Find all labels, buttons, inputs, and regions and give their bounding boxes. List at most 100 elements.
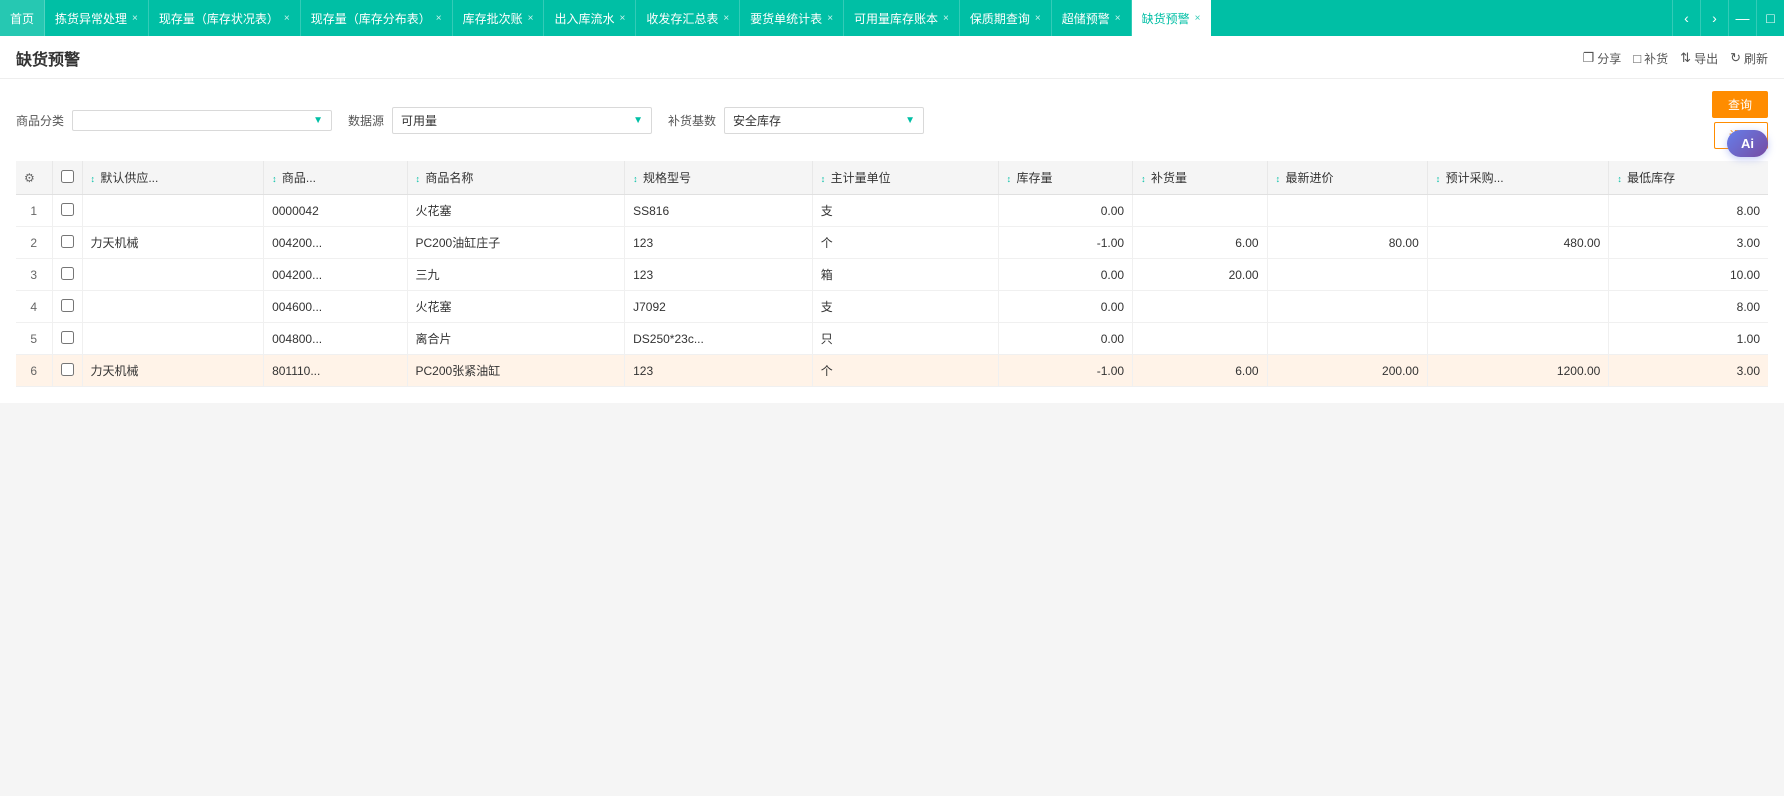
share-button[interactable]: ❐ 分享	[1583, 50, 1622, 67]
tab-inventory-dist-label: 现存量（库存分布表）	[311, 10, 431, 27]
product-code-sort-icon[interactable]: ↕	[272, 174, 277, 184]
row-stock-6: -1.00	[998, 355, 1132, 387]
row-check-4[interactable]	[52, 291, 82, 323]
close-inventory-status-icon[interactable]: ×	[284, 13, 290, 24]
datasource-filter-group: 数据源 可用量 ▼	[348, 107, 652, 134]
row-stock-4: 0.00	[998, 291, 1132, 323]
query-button[interactable]: 查询	[1712, 91, 1768, 118]
row-check-2[interactable]	[52, 227, 82, 259]
row-spec-3: 123	[625, 259, 813, 291]
tab-batch-ledger-label: 库存批次账	[463, 10, 523, 27]
replenish-base-filter-group: 补货基数 安全库存 ▼	[668, 107, 924, 134]
row-num-4: 4	[16, 291, 52, 323]
tab-receive-summary[interactable]: 收发存汇总表 ×	[636, 0, 740, 36]
tab-order-stats[interactable]: 要货单统计表 ×	[740, 0, 844, 36]
refresh-button[interactable]: ↻ 刷新	[1730, 50, 1768, 67]
tab-overstock-warning[interactable]: 超储预警 ×	[1052, 0, 1132, 36]
row-num-5: 5	[16, 323, 52, 355]
scroll-left-btn[interactable]: ‹	[1672, 0, 1700, 36]
tab-expiry-query[interactable]: 保质期查询 ×	[960, 0, 1052, 36]
stock-sort-icon[interactable]: ↕	[1007, 174, 1012, 184]
ai-assistant-button[interactable]: Ai	[1727, 130, 1768, 157]
replenish-sort-icon[interactable]: ↕	[1141, 174, 1146, 184]
replenish-base-select-value: 安全库存	[733, 112, 781, 129]
close-expiry-query-icon[interactable]: ×	[1035, 13, 1041, 24]
min-stock-sort-icon[interactable]: ↕	[1617, 174, 1622, 184]
replenish-base-select[interactable]: 安全库存 ▼	[724, 107, 924, 134]
close-batch-ledger-icon[interactable]: ×	[528, 13, 534, 24]
row-unit-3: 箱	[812, 259, 998, 291]
tab-available-ledger[interactable]: 可用量库存账本 ×	[844, 0, 960, 36]
row-product-name-5: 离合片	[407, 323, 625, 355]
spec-col-label: 规格型号	[643, 171, 691, 185]
min-stock-col-label: 最低库存	[1627, 171, 1675, 185]
gear-settings-icon[interactable]: ⚙	[24, 171, 35, 185]
close-available-ledger-icon[interactable]: ×	[943, 13, 949, 24]
select-all-checkbox[interactable]	[61, 170, 74, 183]
export-button[interactable]: ⇅ 导出	[1680, 50, 1718, 67]
close-inventory-dist-icon[interactable]: ×	[436, 13, 442, 24]
tab-inventory-dist[interactable]: 现存量（库存分布表） ×	[301, 0, 453, 36]
tab-pick-exception[interactable]: 拣货异常处理 ×	[45, 0, 149, 36]
row-supplier-5	[82, 323, 264, 355]
row-check-1[interactable]	[52, 195, 82, 227]
close-pick-exception-icon[interactable]: ×	[132, 13, 138, 24]
row-check-5[interactable]	[52, 323, 82, 355]
row-spec-5: DS250*23c...	[625, 323, 813, 355]
row-unit-2: 个	[812, 227, 998, 259]
row-checkbox-3[interactable]	[61, 267, 74, 280]
filter-bar: 商品分类 ▼ 数据源 可用量 ▼ 补货基数 安全库存 ▼ 查询 设置	[0, 79, 1784, 161]
maximize-btn[interactable]: □	[1756, 0, 1784, 36]
row-product-code-6: 801110...	[264, 355, 407, 387]
row-product-name-6: PC200张紧油缸	[407, 355, 625, 387]
col-product-code-header: ↕ 商品...	[264, 161, 407, 195]
spec-sort-icon[interactable]: ↕	[633, 174, 638, 184]
tab-inout-flow[interactable]: 出入库流水 ×	[544, 0, 636, 36]
minimize-btn[interactable]: —	[1728, 0, 1756, 36]
close-overstock-warning-icon[interactable]: ×	[1115, 13, 1121, 24]
unit-sort-icon[interactable]: ↕	[821, 174, 826, 184]
category-filter-group: 商品分类 ▼	[16, 110, 332, 131]
row-product-code-5: 004800...	[264, 323, 407, 355]
row-latest-price-1	[1267, 195, 1427, 227]
est-purchase-sort-icon[interactable]: ↕	[1436, 174, 1441, 184]
close-shortage-warning-icon[interactable]: ×	[1195, 13, 1201, 24]
row-checkbox-4[interactable]	[61, 299, 74, 312]
table-row: 1 0000042 火花塞 SS816 支 0.00 8.00	[16, 195, 1768, 227]
export-label: 导出	[1694, 50, 1718, 67]
product-code-col-label: 商品...	[282, 171, 316, 185]
latest-price-sort-icon[interactable]: ↕	[1276, 174, 1281, 184]
col-product-name-header: ↕ 商品名称	[407, 161, 625, 195]
replenish-button[interactable]: □ 补货	[1633, 50, 1668, 67]
row-checkbox-5[interactable]	[61, 331, 74, 344]
scroll-right-btn[interactable]: ›	[1700, 0, 1728, 36]
col-unit-header: ↕ 主计量单位	[812, 161, 998, 195]
datasource-select[interactable]: 可用量 ▼	[392, 107, 652, 134]
row-supplier-1	[82, 195, 264, 227]
tab-shortage-warning-label: 缺货预警	[1142, 10, 1190, 27]
row-check-6[interactable]	[52, 355, 82, 387]
supplier-sort-icon[interactable]: ↕	[91, 174, 96, 184]
close-inout-flow-icon[interactable]: ×	[619, 13, 625, 24]
page-content: 缺货预警 ❐ 分享 □ 补货 ⇅ 导出 ↻ 刷新 商品分类	[0, 36, 1784, 403]
category-dropdown-icon: ▼	[313, 115, 323, 126]
row-stock-1: 0.00	[998, 195, 1132, 227]
row-unit-4: 支	[812, 291, 998, 323]
tab-inventory-status[interactable]: 现存量（库存状况表） ×	[149, 0, 301, 36]
row-check-3[interactable]	[52, 259, 82, 291]
row-checkbox-1[interactable]	[61, 203, 74, 216]
row-est-purchase-6: 1200.00	[1427, 355, 1609, 387]
tab-batch-ledger[interactable]: 库存批次账 ×	[453, 0, 545, 36]
row-unit-5: 只	[812, 323, 998, 355]
category-select[interactable]: ▼	[72, 110, 332, 131]
close-order-stats-icon[interactable]: ×	[827, 13, 833, 24]
product-name-col-label: 商品名称	[425, 171, 473, 185]
nav-controls: ‹ › — □	[1672, 0, 1784, 36]
row-checkbox-6[interactable]	[61, 363, 74, 376]
row-checkbox-2[interactable]	[61, 235, 74, 248]
product-name-sort-icon[interactable]: ↕	[416, 174, 421, 184]
tab-shortage-warning[interactable]: 缺货预警 ×	[1132, 0, 1212, 36]
row-product-code-1: 0000042	[264, 195, 407, 227]
close-receive-summary-icon[interactable]: ×	[723, 13, 729, 24]
tab-home[interactable]: 首页	[0, 0, 45, 36]
